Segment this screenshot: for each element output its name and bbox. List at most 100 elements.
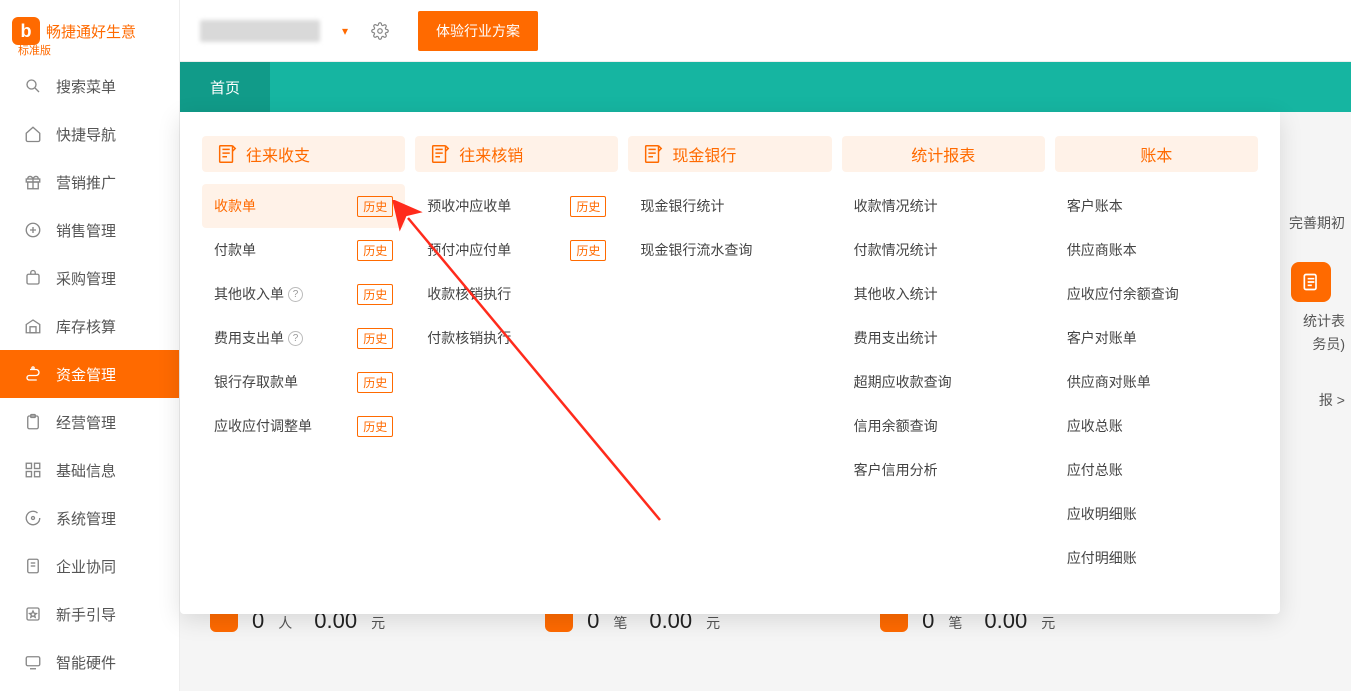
stat-currency: 元: [371, 613, 385, 633]
sidebar-item-marketing[interactable]: 营销推广: [0, 158, 179, 206]
bag-icon: [24, 269, 42, 287]
menu-item[interactable]: 费用支出统计: [842, 316, 1045, 360]
sidebar-item-label: 经营管理: [56, 412, 116, 433]
menu-item[interactable]: 超期应收款查询: [842, 360, 1045, 404]
hint-more-reports[interactable]: 报 >: [1271, 389, 1351, 411]
menu-item[interactable]: 预收冲应收单历史: [415, 184, 618, 228]
menu-item[interactable]: 供应商账本: [1055, 228, 1258, 272]
column-title: 账本: [1140, 142, 1172, 166]
sidebar-item-guide[interactable]: 新手引导: [0, 590, 179, 638]
menu-item[interactable]: 应收应付调整单 历史: [202, 404, 405, 448]
sidebar-item-label: 基础信息: [56, 460, 116, 481]
menu-item-label: 预付冲应付单: [427, 240, 511, 260]
menu-column-income_expense: 往来收支收款单历史付款单历史其他收入单?历史费用支出单?历史银行存取款单历史应收…: [202, 136, 405, 580]
sidebar-item-business[interactable]: 经营管理: [0, 398, 179, 446]
sidebar-item-label: 搜索菜单: [56, 76, 116, 97]
menu-item[interactable]: 收款情况统计: [842, 184, 1045, 228]
sidebar-item-label: 系统管理: [56, 508, 116, 529]
receipt-icon: [642, 143, 664, 165]
sidebar-item-system[interactable]: 系统管理: [0, 494, 179, 542]
menu-item-label: 应收应付调整单: [214, 416, 312, 436]
sidebar: b 畅捷通好生意 标准版 搜索菜单快捷导航营销推广销售管理采购管理库存核算资金管…: [0, 0, 180, 691]
menu-item[interactable]: 应付明细账: [1055, 536, 1258, 580]
sidebar-item-label: 快捷导航: [56, 124, 116, 145]
sidebar-item-label: 营销推广: [56, 172, 116, 193]
experience-solution-button[interactable]: 体验行业方案: [418, 11, 538, 51]
menu-item[interactable]: 应收应付余额查询: [1055, 272, 1258, 316]
menu-item-label: 应收总账: [1067, 416, 1123, 436]
tv-icon: [24, 653, 42, 671]
menu-item[interactable]: 费用支出单?历史: [202, 316, 405, 360]
menu-item[interactable]: 其他收入单?历史: [202, 272, 405, 316]
menu-item-label: 应付总账: [1067, 460, 1123, 480]
menu-item[interactable]: 应收明细账: [1055, 492, 1258, 536]
menu-item[interactable]: 现金银行统计: [628, 184, 831, 228]
stat-unit: 人: [278, 613, 292, 633]
menu-item[interactable]: 付款情况统计: [842, 228, 1045, 272]
menu-item[interactable]: 供应商对账单: [1055, 360, 1258, 404]
history-tag[interactable]: 历史: [357, 416, 393, 437]
column-header-income_expense: 往来收支: [202, 136, 405, 172]
gear-icon[interactable]: [370, 21, 390, 41]
menu-item-label: 信用余额查询: [854, 416, 938, 436]
history-tag[interactable]: 历史: [357, 196, 393, 217]
history-tag[interactable]: 历史: [357, 284, 393, 305]
doc-icon: [24, 557, 42, 575]
tab-home[interactable]: 首页: [180, 62, 270, 112]
column-title: 统计报表: [911, 142, 975, 166]
hint-complete-opening: 完善期初: [1271, 212, 1351, 234]
sidebar-item-base-info[interactable]: 基础信息: [0, 446, 179, 494]
history-tag[interactable]: 历史: [570, 240, 606, 261]
sidebar-item-collab[interactable]: 企业协同: [0, 542, 179, 590]
menu-item-label: 付款单: [214, 240, 256, 260]
history-tag[interactable]: 历史: [357, 328, 393, 349]
receipt-icon: [429, 143, 451, 165]
menu-item[interactable]: 信用余额查询: [842, 404, 1045, 448]
menu-item[interactable]: 付款单 历史: [202, 228, 405, 272]
menu-item-label: 费用支出统计: [854, 328, 938, 348]
menu-column-reports: 统计报表收款情况统计付款情况统计其他收入统计费用支出统计超期应收款查询信用余额查…: [842, 136, 1045, 580]
help-icon[interactable]: ?: [288, 287, 303, 302]
column-title: 现金银行: [672, 142, 736, 166]
menu-item-label: 银行存取款单: [214, 372, 298, 392]
menu-item-label: 超期应收款查询: [854, 372, 952, 392]
doc-icon[interactable]: [1291, 262, 1331, 302]
sidebar-item-hardware[interactable]: 智能硬件: [0, 638, 179, 686]
chevron-down-icon[interactable]: ▾: [342, 24, 348, 38]
stat-currency: 元: [706, 613, 720, 633]
menu-item[interactable]: 其他收入统计: [842, 272, 1045, 316]
sidebar-item-inventory[interactable]: 库存核算: [0, 302, 179, 350]
menu-column-ledger: 账本客户账本供应商账本应收应付余额查询客户对账单供应商对账单应收总账应付总账应收…: [1055, 136, 1258, 580]
org-name-redacted: [200, 20, 320, 42]
star-icon: [24, 605, 42, 623]
column-title: 往来收支: [246, 142, 310, 166]
history-tag[interactable]: 历史: [357, 372, 393, 393]
sidebar-item-funds[interactable]: 资金管理: [0, 350, 179, 398]
menu-item[interactable]: 客户信用分析: [842, 448, 1045, 492]
history-tag[interactable]: 历史: [357, 240, 393, 261]
column-title: 往来核销: [459, 142, 523, 166]
menu-item[interactable]: 应付总账: [1055, 448, 1258, 492]
menu-item[interactable]: 银行存取款单 历史: [202, 360, 405, 404]
history-tag[interactable]: 历史: [570, 196, 606, 217]
sidebar-item-search-menu[interactable]: 搜索菜单: [0, 62, 179, 110]
hint-report-a: 统计表: [1271, 310, 1351, 332]
menu-item[interactable]: 客户对账单: [1055, 316, 1258, 360]
menu-item-label: 付款情况统计: [854, 240, 938, 260]
help-icon[interactable]: ?: [288, 331, 303, 346]
hint-report-b: 务员): [1271, 333, 1351, 355]
menu-item[interactable]: 收款核销执行: [415, 272, 618, 316]
menu-item[interactable]: 付款核销执行: [415, 316, 618, 360]
menu-item[interactable]: 预付冲应付单 历史: [415, 228, 618, 272]
topbar: ▾ 体验行业方案: [180, 0, 1351, 62]
sidebar-item-label: 新手引导: [56, 604, 116, 625]
sidebar-item-sales[interactable]: 销售管理: [0, 206, 179, 254]
menu-item-label: 客户信用分析: [854, 460, 938, 480]
sidebar-item-purchase[interactable]: 采购管理: [0, 254, 179, 302]
menu-item-label: 付款核销执行: [427, 328, 511, 348]
sidebar-item-quick-nav[interactable]: 快捷导航: [0, 110, 179, 158]
menu-item[interactable]: 客户账本: [1055, 184, 1258, 228]
menu-item[interactable]: 现金银行流水查询: [628, 228, 831, 272]
menu-item[interactable]: 收款单历史: [202, 184, 405, 228]
menu-item[interactable]: 应收总账: [1055, 404, 1258, 448]
